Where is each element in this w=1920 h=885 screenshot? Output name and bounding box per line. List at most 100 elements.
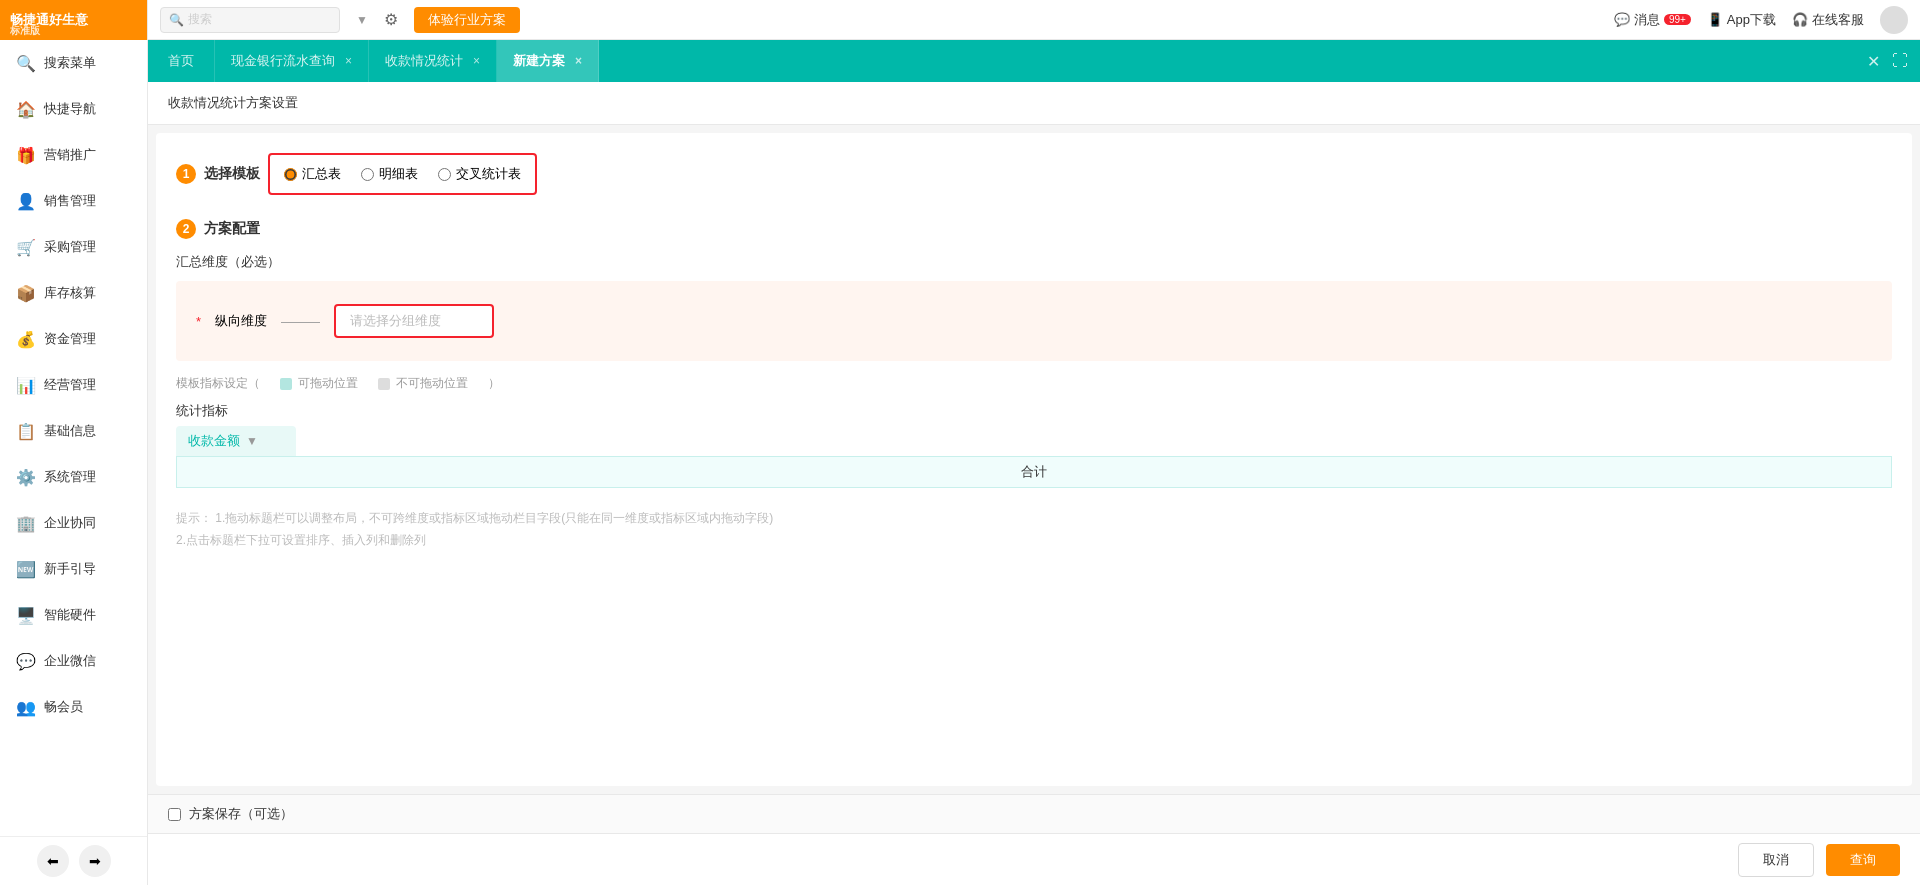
step2-label: 方案配置 (204, 220, 260, 238)
tabbar-right-icons: ✕ ⛶ (1855, 40, 1920, 82)
radio-cross-label: 交叉统计表 (456, 165, 521, 183)
radio-summary[interactable]: 汇总表 (284, 165, 341, 183)
money-icon: 💰 (16, 330, 36, 349)
sidebar-item-hardware[interactable]: 🖥️ 智能硬件 (0, 592, 147, 638)
sidebar-item-label: 新手引导 (44, 560, 96, 578)
step1-num: 1 (176, 164, 196, 184)
breadcrumb-text: 收款情况统计方案设置 (168, 95, 298, 110)
service-btn[interactable]: 🎧 在线客服 (1792, 11, 1864, 29)
legend-draggable-label: 可拖动位置 (298, 375, 358, 392)
service-icon: 🎧 (1792, 12, 1808, 27)
search-placeholder-text: 搜索 (188, 11, 212, 28)
search-icon: 🔍 (169, 13, 184, 27)
tab-home[interactable]: 首页 (148, 40, 215, 82)
home-icon: 🏠 (16, 100, 36, 119)
radio-detail-input[interactable] (361, 168, 374, 181)
sidebar-item-inventory[interactable]: 📦 库存核算 (0, 270, 147, 316)
box-icon: 📦 (16, 284, 36, 303)
sidebar-item-purchase[interactable]: 🛒 采购管理 (0, 224, 147, 270)
sidebar-item-label: 销售管理 (44, 192, 96, 210)
tab-bank-flow-close[interactable]: × (345, 54, 352, 68)
sidebar-bottom-icon-right[interactable]: ➡ (79, 845, 111, 877)
tab-new-plan-close[interactable]: × (575, 54, 582, 68)
message-btn[interactable]: 💬 消息 99+ (1614, 11, 1691, 29)
sidebar-item-search-menu[interactable]: 🔍 搜索菜单 (0, 40, 147, 86)
sidebar-item-operations[interactable]: 📊 经营管理 (0, 362, 147, 408)
user-avatar[interactable] (1880, 6, 1908, 34)
hint-1: 提示： 1.拖动标题栏可以调整布局，不可跨维度或指标区域拖动栏目字段(只能在同一… (176, 508, 1892, 530)
sidebar-bottom-icon-left[interactable]: ⬅ (37, 845, 69, 877)
config-section: 汇总维度（必选） * 纵向维度 ——— 请选择分组维度 (176, 253, 1892, 551)
sidebar-item-sales[interactable]: 👤 销售管理 (0, 178, 147, 224)
indicator-section: 模板指标设定（ 可拖动位置 不可拖动位置 ） (176, 375, 1892, 488)
sidebar-item-label: 企业微信 (44, 652, 96, 670)
download-btn[interactable]: 📱 App下载 (1707, 11, 1776, 29)
sidebar-item-label: 库存核算 (44, 284, 96, 302)
sidebar-item-label: 基础信息 (44, 422, 96, 440)
maximize-icon[interactable]: ⛶ (1892, 52, 1908, 70)
tab-collection-stat-close[interactable]: × (473, 54, 480, 68)
sidebar-item-basic[interactable]: 📋 基础信息 (0, 408, 147, 454)
step1-title: 1 选择模板 汇总表 明细表 (176, 153, 1892, 195)
tab-bank-flow[interactable]: 现金银行流水查询 × (215, 40, 369, 82)
tab-collection-stat-label: 收款情况统计 (385, 52, 463, 70)
step2-block: 2 方案配置 汇总维度（必选） * 纵向维度 ——— 请选择分组维度 (176, 219, 1892, 551)
sidebar-item-member[interactable]: 👥 畅会员 (0, 684, 147, 730)
sidebar: 畅捷通好生意 标准版 🔍 搜索菜单 🏠 快捷导航 🎁 营销推广 👤 销售管理 🛒… (0, 0, 148, 885)
sidebar-item-label: 资金管理 (44, 330, 96, 348)
sidebar-item-newbie[interactable]: 🆕 新手引导 (0, 546, 147, 592)
sidebar-logo: 畅捷通好生意 标准版 (0, 0, 147, 40)
tab-new-plan[interactable]: 新建方案 × (497, 40, 599, 82)
sidebar-item-enterprise[interactable]: 🏢 企业协同 (0, 500, 147, 546)
radio-detail[interactable]: 明细表 (361, 165, 418, 183)
radio-cross-input[interactable] (438, 168, 451, 181)
topbar: 🔍 搜索 ▼ ⚙ 体验行业方案 💬 消息 99+ 📱 App下载 🎧 在线客服 (148, 0, 1920, 40)
sidebar-item-quick-nav[interactable]: 🏠 快捷导航 (0, 86, 147, 132)
dimension-area: * 纵向维度 ——— 请选择分组维度 (176, 281, 1892, 361)
indicator-cell-total: 合计 (176, 456, 1892, 488)
indicator-header: 模板指标设定（ 可拖动位置 不可拖动位置 ） (176, 375, 1892, 392)
search-box[interactable]: 🔍 搜索 (160, 7, 340, 33)
sidebar-bottom: ⬅ ➡ (0, 836, 147, 885)
cancel-button[interactable]: 取消 (1738, 843, 1814, 877)
save-plan-checkbox[interactable] (168, 808, 181, 821)
sidebar-item-label: 搜索菜单 (44, 54, 96, 72)
radio-cross[interactable]: 交叉统计表 (438, 165, 521, 183)
sidebar-item-marketing[interactable]: 🎁 营销推广 (0, 132, 147, 178)
sidebar-item-label: 经营管理 (44, 376, 96, 394)
message-badge: 99+ (1664, 14, 1691, 25)
chevron-down-icon[interactable]: ▼ (356, 13, 368, 27)
indicator-dropdown-icon[interactable]: ▼ (246, 434, 258, 448)
indicator-header-end: ） (488, 375, 500, 392)
settings-icon[interactable]: ⚙ (384, 10, 398, 29)
indicator-header-label: 模板指标设定（ (176, 375, 260, 392)
topbar-right: 💬 消息 99+ 📱 App下载 🎧 在线客服 (1614, 6, 1908, 34)
building-icon: 🏢 (16, 514, 36, 533)
query-button[interactable]: 查询 (1826, 844, 1900, 876)
dimension-row: * 纵向维度 ——— 请选择分组维度 (196, 304, 1872, 338)
radio-group-template: 汇总表 明细表 交叉统计表 (284, 165, 521, 183)
tab-home-label: 首页 (168, 52, 194, 70)
sidebar-item-finance[interactable]: 💰 资金管理 (0, 316, 147, 362)
tabbar: 首页 现金银行流水查询 × 收款情况统计 × 新建方案 × ✕ ⛶ (148, 40, 1920, 82)
radio-summary-input[interactable] (284, 168, 297, 181)
tab-collection-stat[interactable]: 收款情况统计 × (369, 40, 497, 82)
bottom-bar: 取消 查询 (148, 833, 1920, 885)
dimension-arrow: ——— (281, 314, 320, 329)
dimension-placeholder: 请选择分组维度 (350, 313, 441, 328)
step1-label: 选择模板 (204, 165, 260, 183)
required-mark: * (196, 314, 201, 329)
monitor-icon: 🖥️ (16, 606, 36, 625)
legend-fixed-dot (378, 378, 390, 390)
dimension-section-label: 汇总维度（必选） (176, 253, 1892, 271)
sidebar-item-label: 智能硬件 (44, 606, 96, 624)
hint-2: 2.点击标题栏下拉可设置排序、插入列和删除列 (176, 530, 1892, 552)
dimension-input-box[interactable]: 请选择分组维度 (334, 304, 494, 338)
close-all-icon[interactable]: ✕ (1867, 52, 1880, 71)
sidebar-item-system[interactable]: ⚙️ 系统管理 (0, 454, 147, 500)
industry-btn[interactable]: 体验行业方案 (414, 7, 520, 33)
sidebar-item-label: 畅会员 (44, 698, 83, 716)
sales-icon: 👤 (16, 192, 36, 211)
footer: 方案保存（可选） (148, 794, 1920, 833)
sidebar-item-wechat[interactable]: 💬 企业微信 (0, 638, 147, 684)
